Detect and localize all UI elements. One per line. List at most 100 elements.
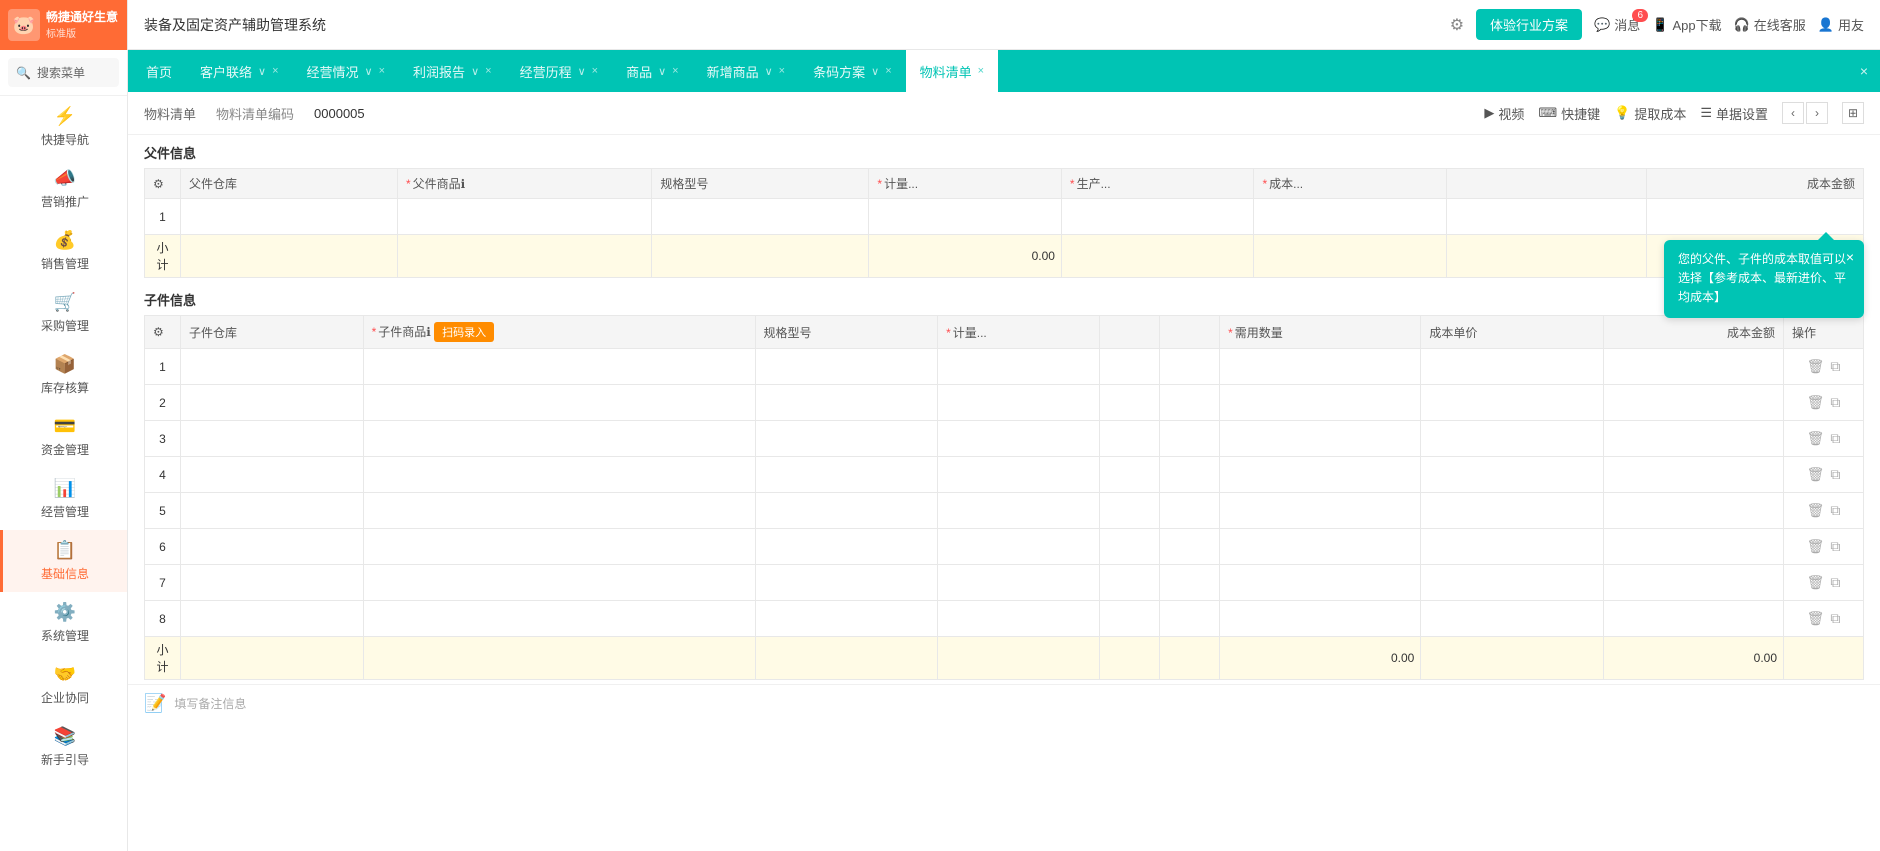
delete-row-3[interactable]: 🗑 (1807, 430, 1825, 447)
child-required-qty-3[interactable] (1220, 421, 1421, 457)
copy-row-2[interactable]: ⧉ (1830, 394, 1840, 411)
child-warehouse-6[interactable] (181, 529, 364, 565)
child-extra2-5[interactable] (1160, 493, 1220, 529)
child-required-qty-2[interactable] (1220, 385, 1421, 421)
sidebar-item-enterprise[interactable]: 🤝 企业协同 (0, 654, 127, 716)
tab-goods-close[interactable]: × (672, 65, 678, 77)
next-button[interactable]: › (1806, 102, 1828, 124)
child-unit-8[interactable] (938, 601, 1100, 637)
sidebar-item-sales[interactable]: 💰 销售管理 (0, 220, 127, 282)
parent-cost-1[interactable] (1254, 199, 1447, 235)
child-goods-2[interactable] (363, 385, 755, 421)
child-extra1-3[interactable] (1100, 421, 1160, 457)
child-unit-5[interactable] (938, 493, 1100, 529)
single-setting-action[interactable]: ☰ 单据设置 (1700, 104, 1768, 123)
child-spec-8[interactable] (755, 601, 938, 637)
sidebar-item-system[interactable]: ⚙️ 系统管理 (0, 592, 127, 654)
child-spec-2[interactable] (755, 385, 938, 421)
child-extra2-2[interactable] (1160, 385, 1220, 421)
child-unit-cost-4[interactable] (1421, 457, 1604, 493)
child-extra1-8[interactable] (1100, 601, 1160, 637)
extract-cost-action[interactable]: 💡 提取成本 (1614, 104, 1686, 123)
child-goods-8[interactable] (363, 601, 755, 637)
tab-new-goods[interactable]: 新增商品 ∨ × (693, 50, 800, 92)
experience-button[interactable]: 体验行业方案 (1476, 9, 1582, 40)
note-placeholder[interactable]: 填写备注信息 (174, 695, 246, 712)
sidebar-item-finance[interactable]: 💳 资金管理 (0, 406, 127, 468)
tab-op-history-close[interactable]: × (592, 65, 598, 77)
child-warehouse-5[interactable] (181, 493, 364, 529)
tab-customer-close[interactable]: × (272, 65, 278, 77)
child-warehouse-7[interactable] (181, 565, 364, 601)
child-spec-3[interactable] (755, 421, 938, 457)
child-extra1-2[interactable] (1100, 385, 1160, 421)
delete-row-4[interactable]: 🗑 (1807, 466, 1825, 483)
child-warehouse-2[interactable] (181, 385, 364, 421)
child-goods-5[interactable] (363, 493, 755, 529)
child-required-qty-5[interactable] (1220, 493, 1421, 529)
sidebar-item-marketing[interactable]: 📣 营销推广 (0, 158, 127, 220)
copy-row-3[interactable]: ⧉ (1830, 430, 1840, 447)
tab-goods[interactable]: 商品 ∨ × (612, 50, 693, 92)
prev-button[interactable]: ‹ (1782, 102, 1804, 124)
sidebar-item-inventory[interactable]: 📦 库存核算 (0, 344, 127, 406)
child-warehouse-3[interactable] (181, 421, 364, 457)
sidebar-item-basic-info[interactable]: 📋 基础信息 (0, 530, 127, 592)
child-goods-6[interactable] (363, 529, 755, 565)
view-action[interactable]: ▶ 视频 (1484, 104, 1524, 123)
sidebar-item-operation[interactable]: 📊 经营管理 (0, 468, 127, 530)
message-button[interactable]: 💬 消息 6 (1594, 15, 1640, 34)
child-warehouse-8[interactable] (181, 601, 364, 637)
child-required-qty-4[interactable] (1220, 457, 1421, 493)
child-goods-3[interactable] (363, 421, 755, 457)
child-unit-cost-7[interactable] (1421, 565, 1604, 601)
scan-button[interactable]: 扫码录入 (434, 322, 494, 342)
child-spec-1[interactable] (755, 349, 938, 385)
child-unit-cost-2[interactable] (1421, 385, 1604, 421)
child-goods-1[interactable] (363, 349, 755, 385)
child-extra1-1[interactable] (1100, 349, 1160, 385)
copy-row-7[interactable]: ⧉ (1830, 574, 1840, 591)
child-required-qty-6[interactable] (1220, 529, 1421, 565)
child-unit-7[interactable] (938, 565, 1100, 601)
parent-col-settings[interactable]: ⚙ (145, 169, 181, 199)
child-warehouse-1[interactable] (181, 349, 364, 385)
parent-unit-1[interactable] (869, 199, 1062, 235)
child-spec-7[interactable] (755, 565, 938, 601)
tab-close-all[interactable]: × (1852, 63, 1876, 79)
child-extra1-5[interactable] (1100, 493, 1160, 529)
delete-row-8[interactable]: 🗑 (1807, 610, 1825, 627)
tab-customer[interactable]: 客户联络 ∨ × (186, 50, 293, 92)
sidebar-item-purchase[interactable]: 🛒 采购管理 (0, 282, 127, 344)
sidebar-item-guide[interactable]: 📚 新手引导 (0, 716, 127, 778)
child-extra2-7[interactable] (1160, 565, 1220, 601)
tab-profit-close[interactable]: × (485, 65, 491, 77)
tab-barcode[interactable]: 条码方案 ∨ × (799, 50, 906, 92)
parent-spec-1[interactable] (652, 199, 869, 235)
child-unit-3[interactable] (938, 421, 1100, 457)
tab-operation-status[interactable]: 经营情况 ∨ × (293, 50, 400, 92)
child-unit-cost-6[interactable] (1421, 529, 1604, 565)
search-menu-button[interactable]: 🔍 搜索菜单 (8, 58, 119, 87)
child-unit-cost-3[interactable] (1421, 421, 1604, 457)
child-unit-2[interactable] (938, 385, 1100, 421)
delete-row-2[interactable]: 🗑 (1807, 394, 1825, 411)
child-extra1-6[interactable] (1100, 529, 1160, 565)
tooltip-close-button[interactable]: × (1846, 246, 1854, 268)
copy-row-6[interactable]: ⧉ (1830, 538, 1840, 555)
copy-row-8[interactable]: ⧉ (1830, 610, 1840, 627)
copy-row-5[interactable]: ⧉ (1830, 502, 1840, 519)
delete-row-7[interactable]: 🗑 (1807, 574, 1825, 591)
online-service-button[interactable]: 🎧 在线客服 (1734, 15, 1806, 34)
delete-row-5[interactable]: 🗑 (1807, 502, 1825, 519)
child-extra2-6[interactable] (1160, 529, 1220, 565)
child-spec-6[interactable] (755, 529, 938, 565)
child-unit-6[interactable] (938, 529, 1100, 565)
child-goods-7[interactable] (363, 565, 755, 601)
child-extra1-4[interactable] (1100, 457, 1160, 493)
grid-view-button[interactable]: ⊞ (1842, 102, 1864, 124)
tab-op-status-close[interactable]: × (379, 65, 385, 77)
parent-prod-1[interactable] (1061, 199, 1254, 235)
child-unit-cost-1[interactable] (1421, 349, 1604, 385)
child-required-qty-8[interactable] (1220, 601, 1421, 637)
